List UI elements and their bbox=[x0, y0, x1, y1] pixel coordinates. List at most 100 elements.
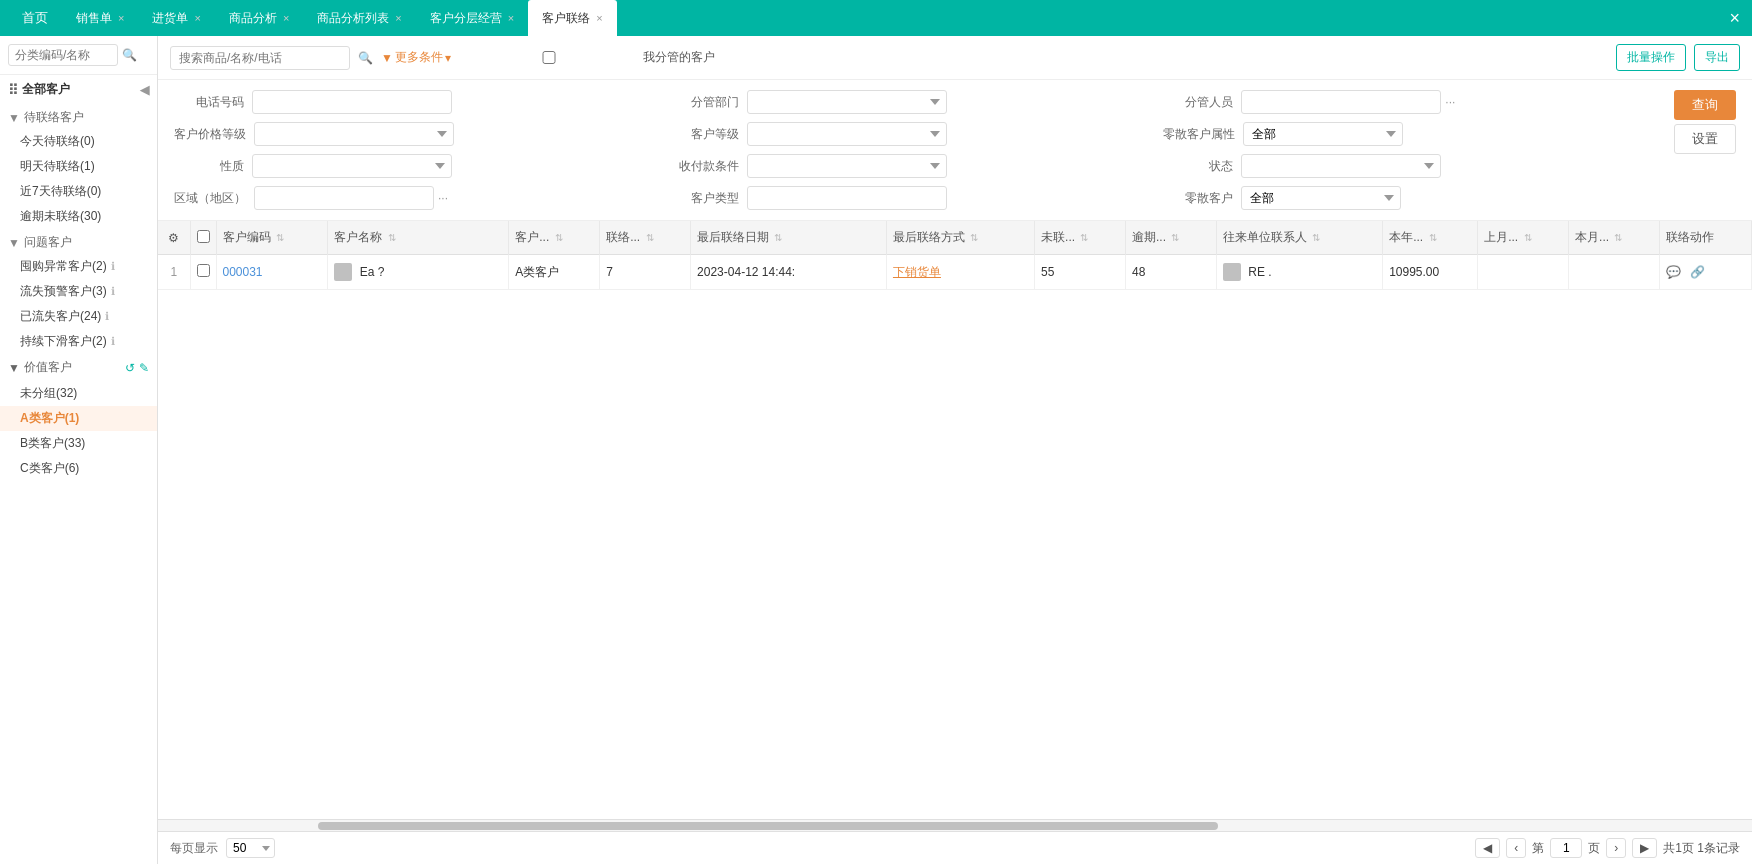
filter-search-icon[interactable]: 🔍 bbox=[358, 51, 373, 65]
next-page-button[interactable]: › bbox=[1606, 838, 1626, 858]
batch-button[interactable]: 批量操作 bbox=[1616, 44, 1686, 71]
row-contact: 7 bbox=[600, 255, 691, 290]
filter-bar-right: 批量操作 导出 bbox=[1616, 44, 1740, 71]
sidebar-item-hoarding[interactable]: 囤购异常客户(2) ℹ bbox=[0, 254, 157, 279]
col-this-year[interactable]: 本年... ⇅ bbox=[1383, 221, 1478, 255]
sidebar-item-7days[interactable]: 近7天待联络(0) bbox=[0, 179, 157, 204]
export-button[interactable]: 导出 bbox=[1694, 44, 1740, 71]
nav-customer-tier[interactable]: 客户分层经营 × bbox=[416, 0, 528, 36]
nav-goods-analysis-list[interactable]: 商品分析列表 × bbox=[303, 0, 415, 36]
col-contact[interactable]: 联络... ⇅ bbox=[600, 221, 691, 255]
contact-person-avatar bbox=[1223, 263, 1241, 281]
my-customers-checkbox[interactable] bbox=[459, 51, 639, 64]
close-goods-analysis-icon[interactable]: × bbox=[283, 12, 289, 24]
prev-page-button[interactable]: ‹ bbox=[1506, 838, 1526, 858]
col-code[interactable]: 客户编码 ⇅ bbox=[216, 221, 328, 255]
row-last-method[interactable]: 下销货单 bbox=[886, 255, 1034, 290]
col-last-date[interactable]: 最后联络日期 ⇅ bbox=[691, 221, 887, 255]
col-contact-person[interactable]: 往来单位联系人 ⇅ bbox=[1216, 221, 1382, 255]
gear-icon[interactable]: ⚙ bbox=[168, 231, 179, 245]
col-this-month[interactable]: 本月... ⇅ bbox=[1569, 221, 1660, 255]
edit-icon[interactable]: ✎ bbox=[139, 361, 149, 375]
action-chat-icon[interactable]: 💬 bbox=[1666, 265, 1681, 279]
collapse-icon[interactable]: ◀ bbox=[140, 83, 149, 97]
col-overdue[interactable]: 逾期... ⇅ bbox=[1126, 221, 1217, 255]
nav-purchase[interactable]: 进货单 × bbox=[138, 0, 214, 36]
page-number-input[interactable] bbox=[1550, 838, 1582, 858]
filter-status-select[interactable] bbox=[1241, 154, 1441, 178]
all-customers-header[interactable]: ⠿ 全部客户 ◀ bbox=[0, 75, 157, 104]
nav-home[interactable]: 首页 bbox=[8, 0, 62, 36]
table-scrollbar-area bbox=[158, 819, 1752, 831]
sidebar-group-value[interactable]: ▼ 价值客户 ↺ ✎ bbox=[0, 354, 157, 381]
filter-payment-select[interactable] bbox=[747, 154, 947, 178]
sidebar-group-problem[interactable]: ▼ 问题客户 bbox=[0, 229, 157, 254]
last-method-link[interactable]: 下销货单 bbox=[893, 265, 941, 279]
filter-cust-level-select[interactable] bbox=[747, 122, 947, 146]
filter-phone-input[interactable] bbox=[252, 90, 452, 114]
filter-dept-select[interactable] bbox=[747, 90, 947, 114]
filter-more-button[interactable]: ▼ 更多条件 ▾ bbox=[381, 49, 451, 66]
close-customer-contact-icon[interactable]: × bbox=[596, 12, 602, 24]
close-all-icon[interactable]: × bbox=[1729, 8, 1740, 29]
close-goods-analysis-list-icon[interactable]: × bbox=[395, 12, 401, 24]
sidebar-item-a-class[interactable]: A类客户(1) bbox=[0, 406, 157, 431]
sidebar-item-declining[interactable]: 持续下滑客户(2) ℹ bbox=[0, 329, 157, 354]
refresh-icon[interactable]: ↺ bbox=[125, 361, 135, 375]
scrollbar-thumb[interactable] bbox=[318, 822, 1218, 830]
sort-contact-icon: ⇅ bbox=[646, 232, 654, 243]
per-page-select[interactable]: 50 20 100 bbox=[226, 838, 275, 858]
sidebar-item-today[interactable]: 今天待联络(0) bbox=[0, 129, 157, 154]
col-select-all[interactable] bbox=[190, 221, 216, 255]
col-last-month[interactable]: 上月... ⇅ bbox=[1478, 221, 1569, 255]
sidebar-group-pending[interactable]: ▼ 待联络客户 bbox=[0, 104, 157, 129]
close-sales-icon[interactable]: × bbox=[118, 12, 124, 24]
close-purchase-icon[interactable]: × bbox=[194, 12, 200, 24]
sidebar-item-c-class[interactable]: C类客户(6) bbox=[0, 456, 157, 481]
filter-manager-input[interactable] bbox=[1241, 90, 1441, 114]
filter-cust-type-input[interactable] bbox=[747, 186, 947, 210]
row-checkbox[interactable] bbox=[197, 264, 210, 277]
filter-retail-attr-select[interactable]: 全部 bbox=[1243, 122, 1403, 146]
filter-cell-retail-attr: 零散客户属性 全部 bbox=[1163, 122, 1658, 146]
row-checkbox-cell[interactable] bbox=[190, 255, 216, 290]
settings-button[interactable]: 设置 bbox=[1674, 124, 1736, 154]
adv-filter-row-3: 性质 收付款条件 状态 bbox=[174, 154, 1658, 178]
sidebar-item-overdue[interactable]: 逾期未联络(30) bbox=[0, 204, 157, 229]
sidebar-item-churned[interactable]: 已流失客户(24) ℹ bbox=[0, 304, 157, 329]
col-last-method[interactable]: 最后联络方式 ⇅ bbox=[886, 221, 1034, 255]
last-page-button[interactable]: ▶ bbox=[1632, 838, 1657, 858]
action-link-icon[interactable]: 🔗 bbox=[1690, 265, 1705, 279]
nav-customer-contact[interactable]: 客户联络 × bbox=[528, 0, 616, 36]
filter-cell-retail: 零散客户 全部 bbox=[1163, 186, 1658, 210]
sidebar-search-icon[interactable]: 🔍 bbox=[122, 48, 137, 62]
col-not-contact[interactable]: 未联... ⇅ bbox=[1035, 221, 1126, 255]
col-gear[interactable]: ⚙ bbox=[158, 221, 190, 255]
nav-goods-analysis[interactable]: 商品分析 × bbox=[215, 0, 303, 36]
sidebar-search-input[interactable] bbox=[8, 44, 118, 66]
query-button[interactable]: 查询 bbox=[1674, 90, 1736, 120]
filter-region-input[interactable] bbox=[254, 186, 434, 210]
row-code[interactable]: 000031 bbox=[216, 255, 328, 290]
col-type[interactable]: 客户... ⇅ bbox=[509, 221, 600, 255]
select-all-checkbox[interactable] bbox=[197, 230, 210, 243]
filter-nature-select[interactable] bbox=[252, 154, 452, 178]
sort-last-method-icon: ⇅ bbox=[970, 232, 978, 243]
sidebar-item-ungrouped[interactable]: 未分组(32) bbox=[0, 381, 157, 406]
filter-manager-dots[interactable]: ··· bbox=[1445, 95, 1455, 109]
sidebar-item-b-class[interactable]: B类客户(33) bbox=[0, 431, 157, 456]
filter-price-level-select[interactable] bbox=[254, 122, 454, 146]
filter-region-dots[interactable]: ··· bbox=[438, 191, 448, 205]
sort-this-year-icon: ⇅ bbox=[1429, 232, 1437, 243]
my-customers-filter[interactable]: 我分管的客户 bbox=[459, 49, 715, 66]
sidebar-item-churn-warn[interactable]: 流失预警客户(3) ℹ bbox=[0, 279, 157, 304]
filter-retail-select[interactable]: 全部 bbox=[1241, 186, 1401, 210]
sidebar-item-tomorrow[interactable]: 明天待联络(1) bbox=[0, 154, 157, 179]
close-customer-tier-icon[interactable]: × bbox=[508, 12, 514, 24]
scrollbar-track bbox=[158, 822, 1752, 830]
search-input[interactable] bbox=[170, 46, 350, 70]
first-page-button[interactable]: ◀ bbox=[1475, 838, 1500, 858]
col-name[interactable]: 客户名称 ⇅ bbox=[328, 221, 509, 255]
filter-region-label: 区域（地区） bbox=[174, 190, 246, 207]
nav-sales[interactable]: 销售单 × bbox=[62, 0, 138, 36]
